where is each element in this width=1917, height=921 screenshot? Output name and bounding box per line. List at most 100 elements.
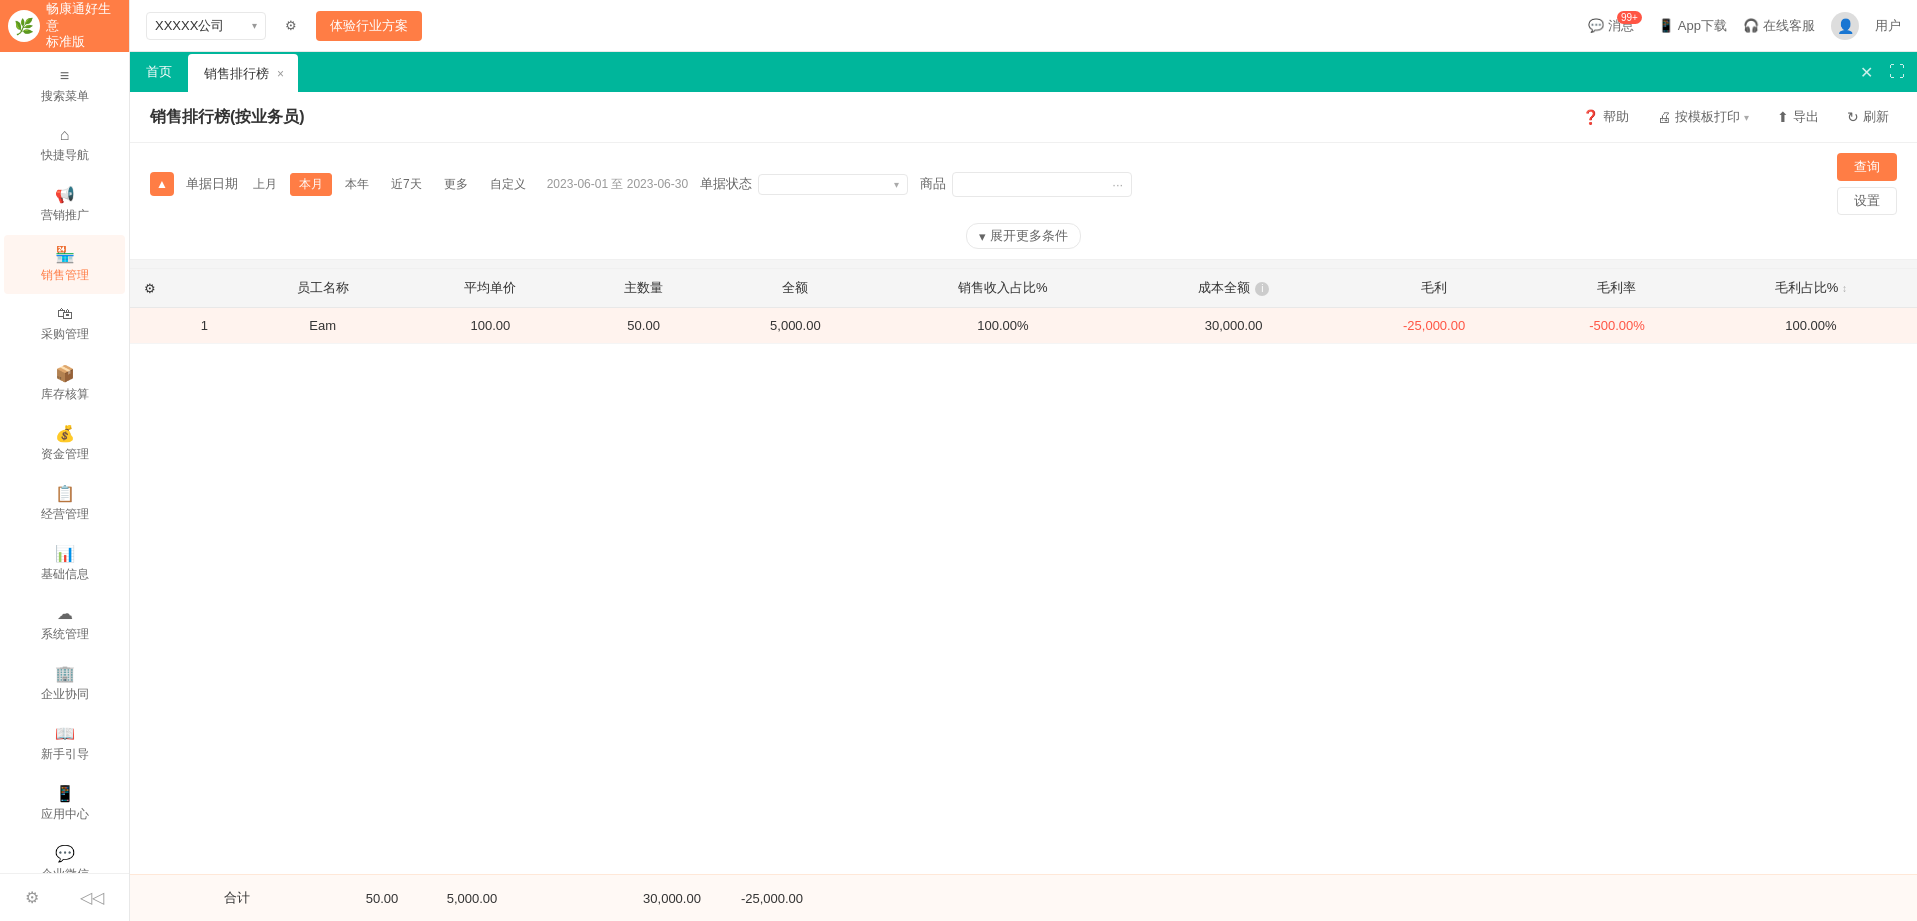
help-label: 帮助: [1603, 108, 1629, 126]
sidebar-item-shortcuts[interactable]: ⌂ 快捷导航: [4, 116, 125, 174]
table-footer: 合计 50.00 5,000.00 30,000.00 -25,000.00: [130, 874, 1917, 921]
marketing-icon: 📢: [55, 185, 75, 204]
table-row[interactable]: 1 Eam 100.00 50.00 5,000.00 100.00% 30,0…: [130, 308, 1917, 344]
query-button[interactable]: 查询: [1837, 153, 1897, 181]
topbar: XXXXX公司 ▾ ⚙ 体验行业方案 💬 消息 99+ 📱 App下载 🎧 在线…: [130, 0, 1917, 52]
topbar-settings-btn[interactable]: ⚙: [276, 11, 306, 41]
cell-gross-rate: -500.00%: [1529, 308, 1705, 344]
expand-row: ▾ 展开更多条件: [150, 215, 1897, 249]
sidebar: 🌿 畅康通好生意 标准版 ≡ 搜索菜单 ⌂ 快捷导航 📢 营销推广 🏪 销售管理…: [0, 0, 130, 921]
sidebar-item-wechat[interactable]: 💬 企业微信: [4, 834, 125, 873]
date-pill-this-month[interactable]: 本月: [290, 173, 332, 196]
cell-sales-pct: 100.00%: [878, 308, 1128, 344]
company-selector[interactable]: XXXXX公司 ▾: [146, 12, 266, 40]
date-pill-this-year[interactable]: 本年: [336, 173, 378, 196]
sidebar-item-apps[interactable]: 📱 应用中心: [4, 774, 125, 833]
cell-name: Eam: [239, 308, 407, 344]
sidebar-item-purchase[interactable]: 🛍 采购管理: [4, 295, 125, 353]
tab-fullscreen-icon[interactable]: ⛶: [1885, 59, 1909, 85]
wechat-icon: 💬: [55, 844, 75, 863]
cell-avg-price: 100.00: [407, 308, 575, 344]
date-pill-custom[interactable]: 自定义: [481, 173, 535, 196]
filter-bar: ▲ 单据日期 上月 本月 本年 近7天 更多 自定义 2023-06-01 至 …: [130, 143, 1917, 260]
help-button[interactable]: ❓ 帮助: [1574, 104, 1637, 130]
help-icon: ❓: [1582, 109, 1599, 125]
expand-conditions-button[interactable]: ▾ 展开更多条件: [966, 223, 1081, 249]
home-icon: ⌂: [60, 126, 70, 144]
expand-label: 展开更多条件: [990, 227, 1068, 245]
inventory-icon: 📦: [55, 364, 75, 383]
col-settings[interactable]: ⚙: [130, 269, 170, 308]
app-download-label: App下载: [1678, 17, 1727, 35]
finance-icon: 💰: [55, 424, 75, 443]
status-select-arrow: ▾: [894, 179, 899, 190]
col-cost: 成本全额 i: [1128, 269, 1339, 308]
sidebar-nav: ≡ 搜索菜单 ⌂ 快捷导航 📢 营销推广 🏪 销售管理 🛍 采购管理 📦 库存核…: [0, 52, 129, 873]
company-name: XXXXX公司: [155, 17, 224, 35]
user-avatar[interactable]: 👤: [1831, 12, 1859, 40]
status-select[interactable]: ▾: [758, 174, 908, 195]
export-button[interactable]: ⬆ 导出: [1769, 104, 1827, 130]
operations-icon: 📋: [55, 484, 75, 503]
status-filter-label: 单据状态: [700, 175, 752, 193]
sidebar-item-inventory[interactable]: 📦 库存核算: [4, 354, 125, 413]
apps-icon: 📱: [55, 784, 75, 803]
status-filter-group: 单据状态 ▾: [700, 174, 908, 195]
col-gross-rate: 毛利率: [1529, 269, 1705, 308]
filter-settings-button[interactable]: 设置: [1837, 187, 1897, 215]
sidebar-item-system[interactable]: ☁ 系统管理: [4, 594, 125, 653]
sidebar-item-guide[interactable]: 📖 新手引导: [4, 714, 125, 773]
sidebar-item-enterprise[interactable]: 🏢 企业协同: [4, 654, 125, 713]
sidebar-item-sales[interactable]: 🏪 销售管理: [4, 235, 125, 294]
page-actions: ❓ 帮助 🖨 按模板打印 ▾ ⬆ 导出 ↻ 刷新: [1574, 104, 1897, 130]
cost-info-icon[interactable]: i: [1255, 282, 1269, 296]
date-pill-last-month[interactable]: 上月: [244, 173, 286, 196]
col-rank: [170, 269, 239, 308]
app-logo: 🌿 畅康通好生意 标准版: [0, 0, 129, 52]
date-pill-more[interactable]: 更多: [435, 173, 477, 196]
tab-sales-ranking[interactable]: 销售排行榜 ×: [188, 54, 298, 94]
footer-collapse-btn[interactable]: ◁◁: [76, 884, 108, 911]
footer-total: 5,000.00: [422, 887, 522, 910]
tab-close-icon[interactable]: ×: [277, 68, 284, 80]
tab-home[interactable]: 首页: [130, 52, 188, 92]
online-service-label: 在线客服: [1763, 17, 1815, 35]
goods-input[interactable]: ···: [952, 172, 1132, 197]
date-pill-7days[interactable]: 近7天: [382, 173, 431, 196]
footer-spacer: [142, 894, 182, 902]
date-filter-group: 单据日期 上月 本月 本年 近7天 更多 自定义: [186, 173, 535, 196]
filter-collapse-button[interactable]: ▲: [150, 172, 174, 196]
trial-button[interactable]: 体验行业方案: [316, 11, 422, 41]
tabbar-right: ✕ ⛶: [1856, 59, 1917, 86]
sidebar-item-basic[interactable]: 📊 基础信息: [4, 534, 125, 593]
date-range-display: 2023-06-01 至 2023-06-30: [547, 176, 688, 193]
footer-total-label: 合计: [212, 885, 262, 911]
sales-icon: 🏪: [55, 245, 75, 264]
refresh-button[interactable]: ↻ 刷新: [1839, 104, 1897, 130]
query-actions: 查询 设置: [1837, 153, 1897, 215]
online-service-button[interactable]: 🎧 在线客服: [1743, 17, 1815, 35]
app-download-button[interactable]: 📱 App下载: [1658, 17, 1727, 35]
system-icon: ☁: [57, 604, 73, 623]
username-display: 用户: [1875, 17, 1901, 35]
footer-settings-btn[interactable]: ⚙: [21, 884, 43, 911]
table-header-row: ⚙ 员工名称 平均单价 主数量 全额 销售收入占比% 成本全额 i 毛利 毛利率…: [130, 269, 1917, 308]
sidebar-footer: ⚙ ◁◁: [0, 873, 129, 921]
print-button[interactable]: 🖨 按模板打印 ▾: [1649, 104, 1757, 130]
sidebar-item-search[interactable]: ≡ 搜索菜单: [4, 57, 125, 115]
sidebar-item-operations[interactable]: 📋 经营管理: [4, 474, 125, 533]
sidebar-item-finance[interactable]: 💰 资金管理: [4, 414, 125, 473]
footer-gross: -25,000.00: [722, 887, 822, 910]
footer-qty: 50.00: [342, 887, 422, 910]
message-button[interactable]: 💬 消息 99+: [1588, 17, 1634, 35]
sidebar-item-marketing[interactable]: 📢 营销推广: [4, 175, 125, 234]
tab-close-all-icon[interactable]: ✕: [1856, 59, 1877, 86]
refresh-icon: ↻: [1847, 109, 1859, 125]
export-icon: ⬆: [1777, 109, 1789, 125]
goods-input-more: ···: [1112, 177, 1123, 192]
topbar-right: 💬 消息 99+ 📱 App下载 🎧 在线客服 👤 用户: [1588, 12, 1901, 40]
col-gross: 毛利: [1339, 269, 1529, 308]
cell-gross-pct: 100.00%: [1705, 308, 1917, 344]
enterprise-icon: 🏢: [55, 664, 75, 683]
expand-icon: ▾: [979, 229, 986, 244]
